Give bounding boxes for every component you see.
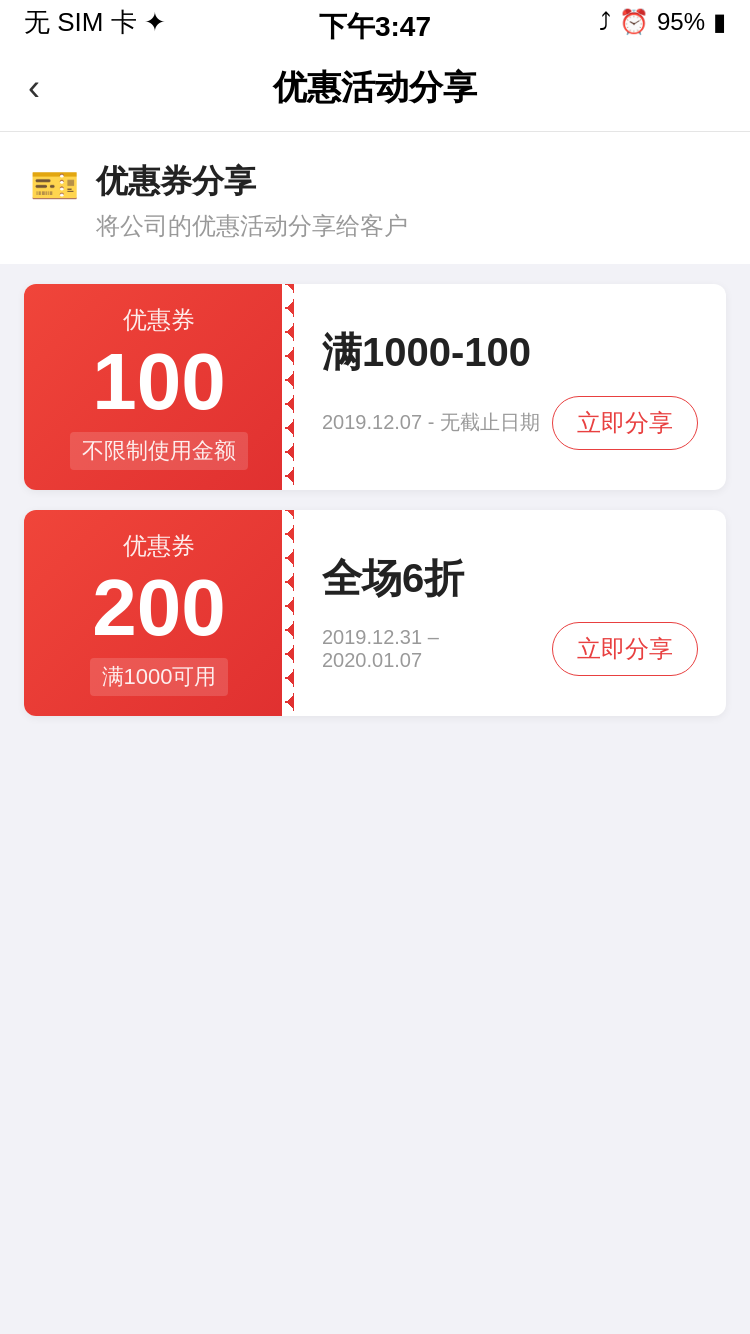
sim-label: 无 SIM 卡 ✦: [24, 5, 166, 40]
page-title: 优惠活动分享: [273, 65, 477, 111]
status-time: 下午3:47: [319, 8, 431, 46]
coupon-share-icon: 🎫: [30, 162, 80, 209]
battery-label: 95%: [657, 8, 705, 36]
share-button[interactable]: 立即分享: [552, 622, 698, 676]
back-button[interactable]: ‹: [28, 67, 40, 109]
coupon-label: 优惠券: [123, 304, 195, 336]
coupon-label: 优惠券: [123, 530, 195, 562]
coupon-amount: 100: [92, 342, 225, 422]
coupon-right: 全场6折 2019.12.31 – 2020.01.07 立即分享: [294, 510, 726, 716]
coupon-card: 优惠券 100 不限制使用金额 满1000-100 2019.12.07 - 无…: [24, 284, 726, 490]
coupon-meta-row: 2019.12.07 - 无截止日期 立即分享: [322, 396, 698, 450]
coupon-condition: 满1000可用: [90, 658, 229, 696]
coupon-amount: 200: [92, 568, 225, 648]
share-button[interactable]: 立即分享: [552, 396, 698, 450]
battery-icon: ▮: [713, 8, 726, 36]
section-text: 优惠券分享 将公司的优惠活动分享给客户: [96, 160, 408, 242]
location-icon: ⤴: [599, 8, 611, 36]
status-right: ⤴ ⏰ 95% ▮: [599, 8, 726, 36]
nav-bar: ‹ 优惠活动分享: [0, 44, 750, 132]
status-bar: 无 SIM 卡 ✦ 下午3:47 ⤴ ⏰ 95% ▮: [0, 0, 750, 44]
section-header: 🎫 优惠券分享 将公司的优惠活动分享给客户: [0, 132, 750, 264]
status-left: 无 SIM 卡 ✦: [24, 5, 166, 40]
coupon-left: 优惠券 100 不限制使用金额: [24, 284, 294, 490]
coupon-name: 全场6折: [322, 551, 698, 606]
coupon-left: 优惠券 200 满1000可用: [24, 510, 294, 716]
coupon-meta-row: 2019.12.31 – 2020.01.07 立即分享: [322, 622, 698, 676]
coupon-card: 优惠券 200 满1000可用 全场6折 2019.12.31 – 2020.0…: [24, 510, 726, 716]
alarm-icon: ⏰: [619, 8, 649, 36]
coupon-name: 满1000-100: [322, 325, 698, 380]
coupon-right: 满1000-100 2019.12.07 - 无截止日期 立即分享: [294, 284, 726, 490]
coupon-condition: 不限制使用金额: [70, 432, 248, 470]
section-subtitle: 将公司的优惠活动分享给客户: [96, 210, 408, 242]
section-title: 优惠券分享: [96, 160, 408, 204]
coupon-date: 2019.12.07 - 无截止日期: [322, 409, 542, 436]
coupon-date: 2019.12.31 – 2020.01.07: [322, 626, 542, 672]
empty-area: [0, 736, 750, 1334]
coupon-list: 优惠券 100 不限制使用金额 满1000-100 2019.12.07 - 无…: [0, 264, 750, 736]
